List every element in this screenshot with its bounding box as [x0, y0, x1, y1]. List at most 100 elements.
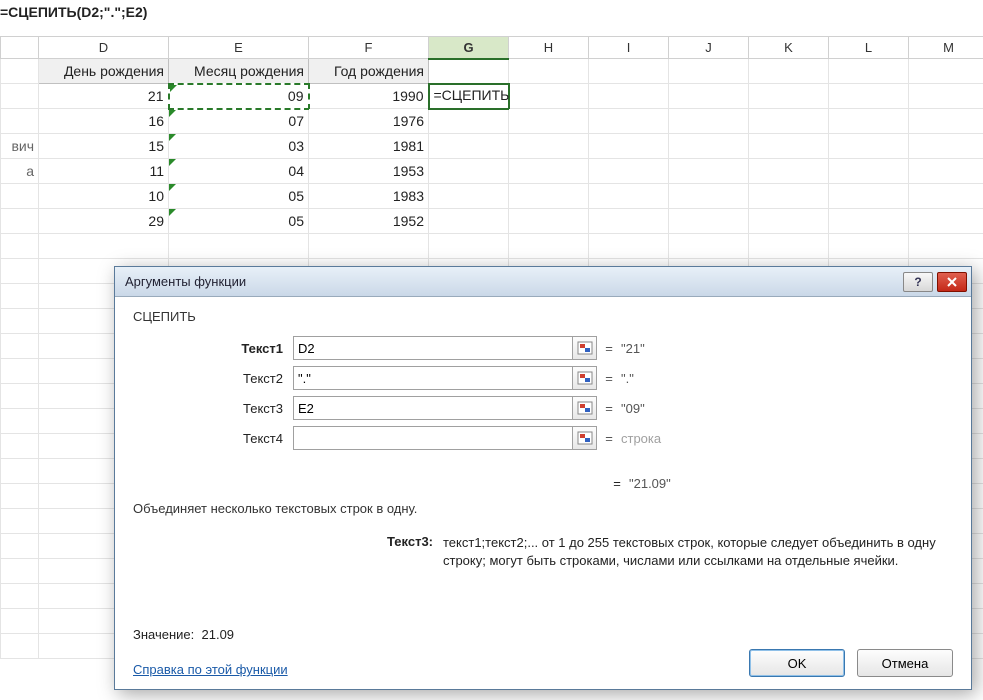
dialog-titlebar[interactable]: Аргументы функции ?: [115, 267, 971, 297]
cell[interactable]: [749, 209, 829, 234]
cell[interactable]: 04: [169, 159, 309, 184]
cell[interactable]: [749, 184, 829, 209]
corner: [1, 37, 39, 59]
header-E[interactable]: Месяц рождения: [169, 59, 309, 84]
cell[interactable]: [669, 209, 749, 234]
cell[interactable]: 1976: [309, 109, 429, 134]
formula-bar[interactable]: =СЦЕПИТЬ(D2;".";E2): [0, 0, 983, 36]
col-header-J[interactable]: J: [669, 37, 749, 59]
help-help-link[interactable]: Справка по этой функции: [133, 662, 288, 677]
col-header-F[interactable]: F: [309, 37, 429, 59]
cell[interactable]: [829, 184, 909, 209]
cell[interactable]: [429, 59, 509, 84]
cell[interactable]: [749, 84, 829, 109]
cell[interactable]: [429, 209, 509, 234]
cell[interactable]: [909, 184, 983, 209]
cell[interactable]: [909, 109, 983, 134]
cell[interactable]: [749, 159, 829, 184]
arg-input-3[interactable]: [293, 396, 573, 420]
col-header-G[interactable]: G: [429, 37, 509, 59]
cell[interactable]: 16: [39, 109, 169, 134]
cell[interactable]: 10: [39, 184, 169, 209]
cell[interactable]: [829, 109, 909, 134]
cell[interactable]: [669, 59, 749, 84]
cell[interactable]: [749, 109, 829, 134]
cell[interactable]: [509, 134, 589, 159]
header-D[interactable]: День рождения: [39, 59, 169, 84]
cell-D2[interactable]: 21: [39, 84, 169, 109]
function-arguments-dialog: Аргументы функции ? СЦЕПИТЬ Текст1 = "21…: [114, 266, 972, 690]
function-name: СЦЕПИТЬ: [133, 309, 953, 324]
cell[interactable]: [509, 109, 589, 134]
row-stub: [1, 59, 39, 84]
cell[interactable]: 05: [169, 184, 309, 209]
cell[interactable]: [589, 209, 669, 234]
range-picker-icon[interactable]: [573, 426, 597, 450]
cell[interactable]: 1983: [309, 184, 429, 209]
range-picker-icon[interactable]: [573, 366, 597, 390]
col-header-E[interactable]: E: [169, 37, 309, 59]
cell[interactable]: [509, 59, 589, 84]
cell[interactable]: [749, 59, 829, 84]
arg-input-4[interactable]: [293, 426, 573, 450]
cell[interactable]: [669, 84, 749, 109]
arg-input-1[interactable]: [293, 336, 573, 360]
range-picker-icon[interactable]: [573, 336, 597, 360]
cell[interactable]: [669, 109, 749, 134]
cell[interactable]: [829, 209, 909, 234]
cell[interactable]: 15: [39, 134, 169, 159]
cell[interactable]: [669, 184, 749, 209]
cell[interactable]: [509, 84, 589, 109]
cell[interactable]: 1952: [309, 209, 429, 234]
cell[interactable]: [589, 184, 669, 209]
col-header-I[interactable]: I: [589, 37, 669, 59]
col-header-H[interactable]: H: [509, 37, 589, 59]
cell[interactable]: [909, 209, 983, 234]
cell[interactable]: [829, 59, 909, 84]
ok-button[interactable]: OK: [749, 649, 845, 677]
cell[interactable]: [509, 184, 589, 209]
cell[interactable]: [749, 134, 829, 159]
range-picker-icon[interactable]: [573, 396, 597, 420]
col-header-M[interactable]: M: [909, 37, 983, 59]
active-cell-G2[interactable]: =СЦЕПИТЬ(D2;".";E2): [429, 84, 509, 109]
cancel-button[interactable]: Отмена: [857, 649, 953, 677]
cell[interactable]: [909, 159, 983, 184]
cell-E2[interactable]: 09: [169, 84, 309, 109]
cell[interactable]: [589, 84, 669, 109]
cell[interactable]: [589, 59, 669, 84]
cell-F2[interactable]: 1990: [309, 84, 429, 109]
arg-input-2[interactable]: [293, 366, 573, 390]
cell[interactable]: [909, 134, 983, 159]
cell[interactable]: [909, 84, 983, 109]
cell[interactable]: [829, 159, 909, 184]
cell[interactable]: [429, 159, 509, 184]
cell[interactable]: [429, 134, 509, 159]
cell[interactable]: [909, 59, 983, 84]
col-header-D[interactable]: D: [39, 37, 169, 59]
cell[interactable]: 1953: [309, 159, 429, 184]
row-stub: а: [1, 159, 39, 184]
cell[interactable]: [669, 159, 749, 184]
cell[interactable]: [589, 109, 669, 134]
cell[interactable]: [429, 109, 509, 134]
close-button[interactable]: [937, 272, 967, 292]
cell[interactable]: 03: [169, 134, 309, 159]
cell[interactable]: [829, 84, 909, 109]
cell[interactable]: [589, 159, 669, 184]
cell[interactable]: [509, 209, 589, 234]
cell[interactable]: [429, 184, 509, 209]
cell[interactable]: [669, 134, 749, 159]
cell[interactable]: [589, 134, 669, 159]
cell[interactable]: [829, 134, 909, 159]
cell[interactable]: 29: [39, 209, 169, 234]
header-F[interactable]: Год рождения: [309, 59, 429, 84]
cell[interactable]: 11: [39, 159, 169, 184]
cell[interactable]: 05: [169, 209, 309, 234]
col-header-L[interactable]: L: [829, 37, 909, 59]
cell[interactable]: 1981: [309, 134, 429, 159]
cell[interactable]: 07: [169, 109, 309, 134]
cell[interactable]: [509, 159, 589, 184]
col-header-K[interactable]: K: [749, 37, 829, 59]
help-button[interactable]: ?: [903, 272, 933, 292]
